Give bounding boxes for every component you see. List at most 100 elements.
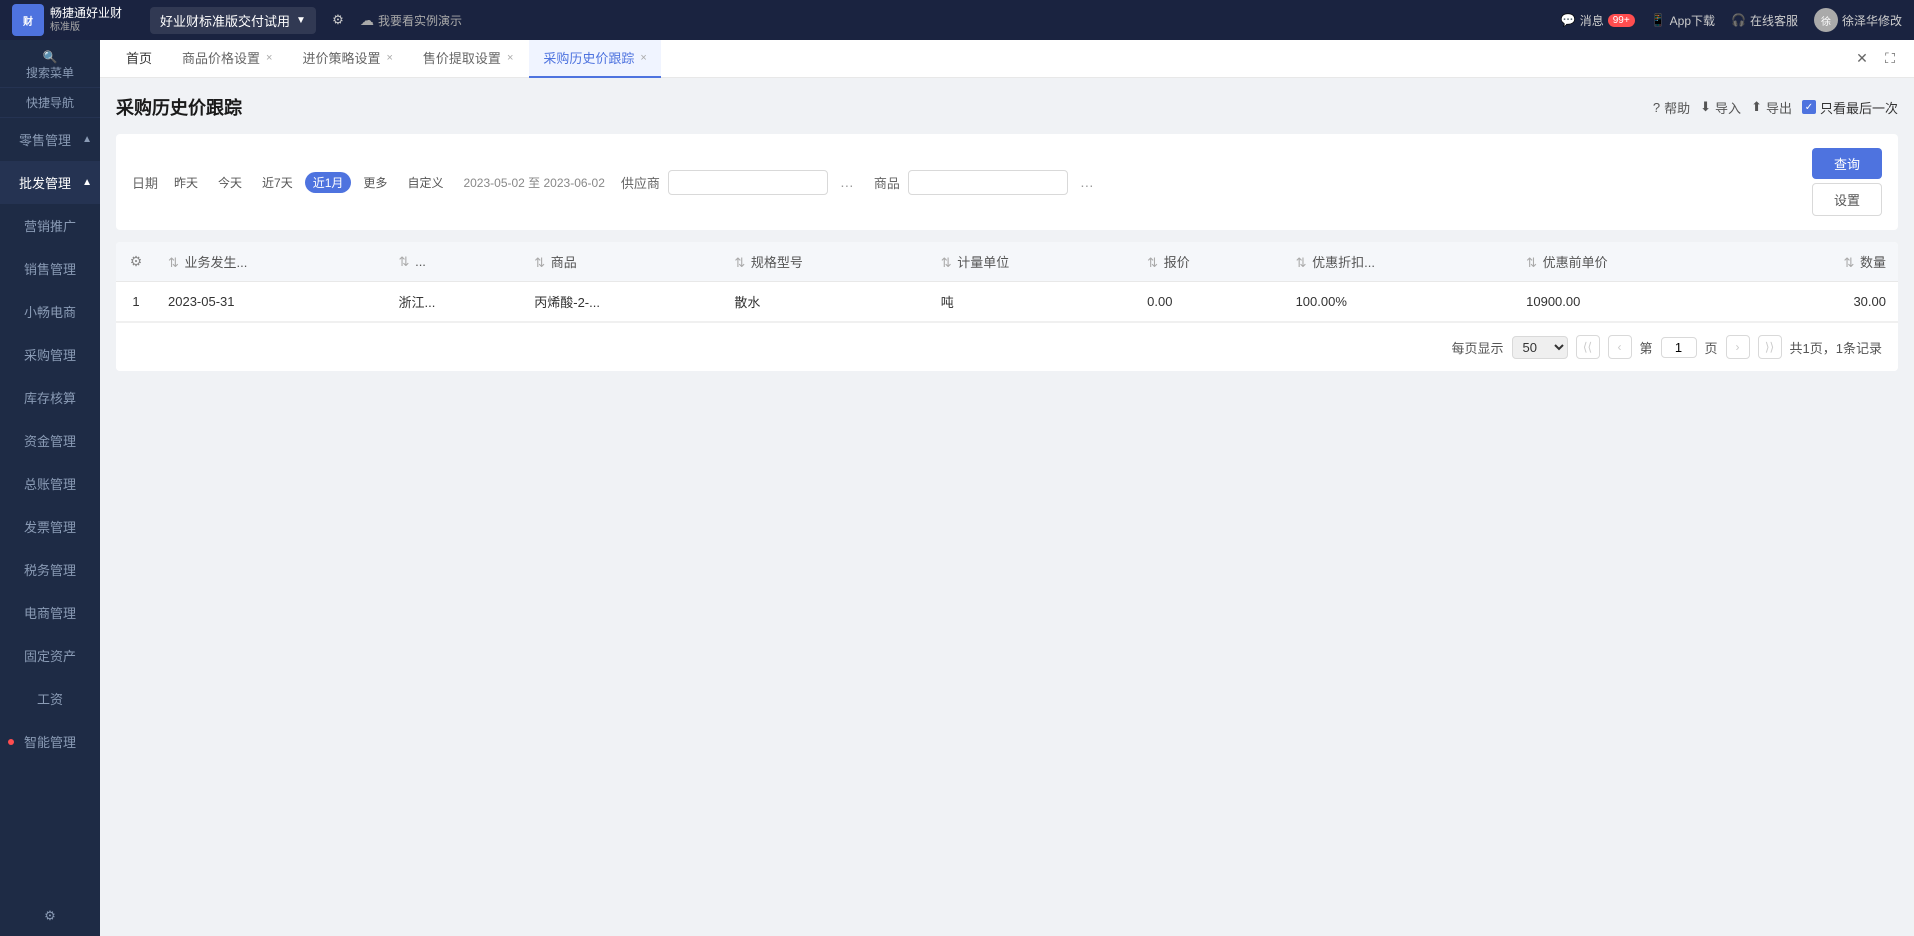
date-range-display: 2023-05-02 至 2023-06-02 [463, 174, 604, 191]
sidebar-search[interactable]: 🔍 搜索菜单 [0, 40, 100, 88]
per-page-label: 每页显示 [1451, 338, 1503, 357]
top-bar-left: 财 畅捷通好业财 标准版 好业财标准版交付试用 ▼ ⚙ ☁ 我要看实例演示 [12, 4, 462, 36]
pagination: 每页显示 50 100 200 ⟨⟨ ‹ 第 页 › ⟩⟩ 共1页，1条记录 [116, 322, 1898, 371]
sidebar-item-wholesale[interactable]: 批发管理 ▲ [0, 161, 100, 204]
tabs-bar: 首页 商品价格设置 × 进价策略设置 × 售价提取设置 × 采购历史价跟踪 × … [100, 40, 1914, 78]
sidebar-gear-btn[interactable]: ⚙ [0, 896, 100, 936]
user-profile-btn[interactable]: 徐 徐泽华修改 [1814, 8, 1902, 32]
sidebar-item-retail[interactable]: 零售管理 ▲ [0, 118, 100, 161]
app-download-btn[interactable]: 📱 App下载 [1651, 12, 1715, 29]
product-settings-icon[interactable]: ⚙ [324, 6, 352, 34]
col-discount-rate: ⇅ 优惠折扣... [1284, 242, 1515, 282]
sidebar-quick-nav[interactable]: 快捷导航 [0, 88, 100, 118]
sidebar-item-purchase[interactable]: 采购管理 [0, 333, 100, 376]
top-bar: 财 畅捷通好业财 标准版 好业财标准版交付试用 ▼ ⚙ ☁ 我要看实例演示 💬 … [0, 0, 1914, 40]
sort-icon[interactable]: ⇅ [941, 255, 952, 270]
page-header: 采购历史价跟踪 ? 帮助 ⬇ 导入 ⬆ 导出 ✓ [116, 94, 1898, 120]
import-icon: ⬇ [1700, 99, 1711, 115]
next-page-btn[interactable]: › [1726, 335, 1750, 359]
date-opt-last1m[interactable]: 近1月 [305, 172, 352, 193]
sort-icon[interactable]: ⇅ [168, 255, 179, 270]
tab-purchase-history[interactable]: 采购历史价跟踪 × [529, 40, 660, 78]
page-number-input[interactable] [1661, 337, 1697, 358]
close-tab-product-price[interactable]: × [266, 52, 272, 64]
cell-discount-rate: 100.00% [1284, 282, 1515, 322]
date-opt-last7[interactable]: 近7天 [254, 172, 301, 193]
date-opt-yesterday[interactable]: 昨天 [166, 172, 206, 193]
online-service-btn[interactable]: 🎧 在线客服 [1731, 12, 1798, 29]
only-last-checkbox[interactable]: ✓ 只看最后一次 [1802, 98, 1898, 117]
sidebar-item-marketing[interactable]: 营销推广 [0, 204, 100, 247]
sort-icon[interactable]: ⇅ [1843, 255, 1854, 270]
logo-area: 财 畅捷通好业财 标准版 [12, 4, 122, 36]
sidebar-item-ecommerce[interactable]: 电商管理 [0, 591, 100, 634]
product-more-icon[interactable]: … [1076, 174, 1098, 190]
sort-icon[interactable]: ⇅ [1526, 255, 1537, 270]
sidebar-item-finance[interactable]: 资金管理 [0, 419, 100, 462]
tab-sale-price[interactable]: 售价提取设置 × [409, 40, 527, 78]
close-tab-btn[interactable]: ✕ [1850, 47, 1874, 71]
filter-section: 日期 昨天 今天 近7天 近1月 更多 自定义 2023-05-02 至 202… [116, 134, 1898, 230]
page-size-select[interactable]: 50 100 200 [1512, 336, 1568, 359]
sidebar-item-general-ledger[interactable]: 总账管理 [0, 462, 100, 505]
product-filter: 商品 … [874, 170, 1098, 195]
col-product: ⇅ 商品 [522, 242, 722, 282]
date-opt-today[interactable]: 今天 [210, 172, 250, 193]
maximize-tab-btn[interactable]: ⛶ [1878, 47, 1902, 71]
close-tab-purchase-strategy[interactable]: × [386, 52, 392, 64]
settings-button[interactable]: 设置 [1812, 183, 1882, 216]
date-opt-custom[interactable]: 自定义 [399, 172, 451, 193]
sidebar-item-salary[interactable]: 工资 [0, 677, 100, 720]
col-settings[interactable]: ⚙ [116, 242, 156, 282]
cell-index: 1 [116, 282, 156, 322]
sidebar-item-fixed-assets[interactable]: 固定资产 [0, 634, 100, 677]
cell-date: 2023-05-31 [156, 282, 387, 322]
sort-icon[interactable]: ⇅ [399, 254, 410, 269]
page-label: 第 [1640, 338, 1653, 357]
cell-quote: 0.00 [1135, 282, 1283, 322]
sidebar-item-tax[interactable]: 税务管理 [0, 548, 100, 591]
last-page-btn[interactable]: ⟩⟩ [1758, 335, 1782, 359]
sort-icon[interactable]: ⇅ [734, 255, 745, 270]
date-options: 昨天 今天 近7天 近1月 更多 自定义 [166, 172, 451, 193]
sidebar-item-smart-mgmt[interactable]: 智能管理 [0, 720, 100, 763]
avatar: 徐 [1814, 8, 1838, 32]
messages-btn[interactable]: 💬 消息 99+ [1561, 12, 1635, 29]
sidebar-item-ecommerce-small[interactable]: 小畅电商 [0, 290, 100, 333]
import-btn[interactable]: ⬇ 导入 [1700, 98, 1741, 117]
export-btn[interactable]: ⬆ 导出 [1751, 98, 1792, 117]
supplier-more-icon[interactable]: … [836, 174, 858, 190]
sort-icon[interactable]: ⇅ [1296, 255, 1307, 270]
col-dots: ⇅ ... [387, 242, 523, 282]
message-icon: 💬 [1561, 13, 1576, 27]
close-tab-purchase-history[interactable]: × [640, 52, 646, 64]
sidebar-item-sales[interactable]: 销售管理 [0, 247, 100, 290]
date-label: 日期 [132, 173, 158, 192]
query-button[interactable]: 查询 [1812, 148, 1882, 179]
prev-page-btn[interactable]: ‹ [1608, 335, 1632, 359]
date-opt-more[interactable]: 更多 [355, 172, 395, 193]
tab-home[interactable]: 首页 [112, 40, 166, 78]
sort-icon[interactable]: ⇅ [1147, 255, 1158, 270]
product-input[interactable] [908, 170, 1068, 195]
help-icon: ? [1653, 100, 1660, 115]
close-tab-sale-price[interactable]: × [507, 52, 513, 64]
sort-icon[interactable]: ⇅ [534, 255, 545, 270]
sidebar-item-invoice[interactable]: 发票管理 [0, 505, 100, 548]
table-section: ⚙ ⇅ 业务发生... ⇅ ... ⇅ [116, 242, 1898, 371]
tab-product-price[interactable]: 商品价格设置 × [168, 40, 286, 78]
sidebar-item-inventory[interactable]: 库存核算 [0, 376, 100, 419]
cell-unit: 吨 [929, 282, 1135, 322]
help-btn[interactable]: ? 帮助 [1653, 98, 1690, 117]
first-page-btn[interactable]: ⟨⟨ [1576, 335, 1600, 359]
phone-icon: 📱 [1651, 13, 1666, 27]
supplier-input[interactable] [668, 170, 828, 195]
demo-button[interactable]: ☁ 我要看实例演示 [360, 12, 462, 29]
data-table: ⚙ ⇅ 业务发生... ⇅ ... ⇅ [116, 242, 1898, 322]
tab-purchase-strategy[interactable]: 进价策略设置 × [288, 40, 406, 78]
top-bar-right: 💬 消息 99+ 📱 App下载 🎧 在线客服 徐 徐泽华修改 [1561, 8, 1902, 32]
cell-quantity: 30.00 [1750, 282, 1898, 322]
table-row: 1 2023-05-31 浙江... 丙烯酸-2-... 散水 吨 0.00 1… [116, 282, 1898, 322]
product-selector[interactable]: 好业财标准版交付试用 ▼ [150, 7, 316, 34]
chevron-icon: ▲ [82, 177, 92, 188]
